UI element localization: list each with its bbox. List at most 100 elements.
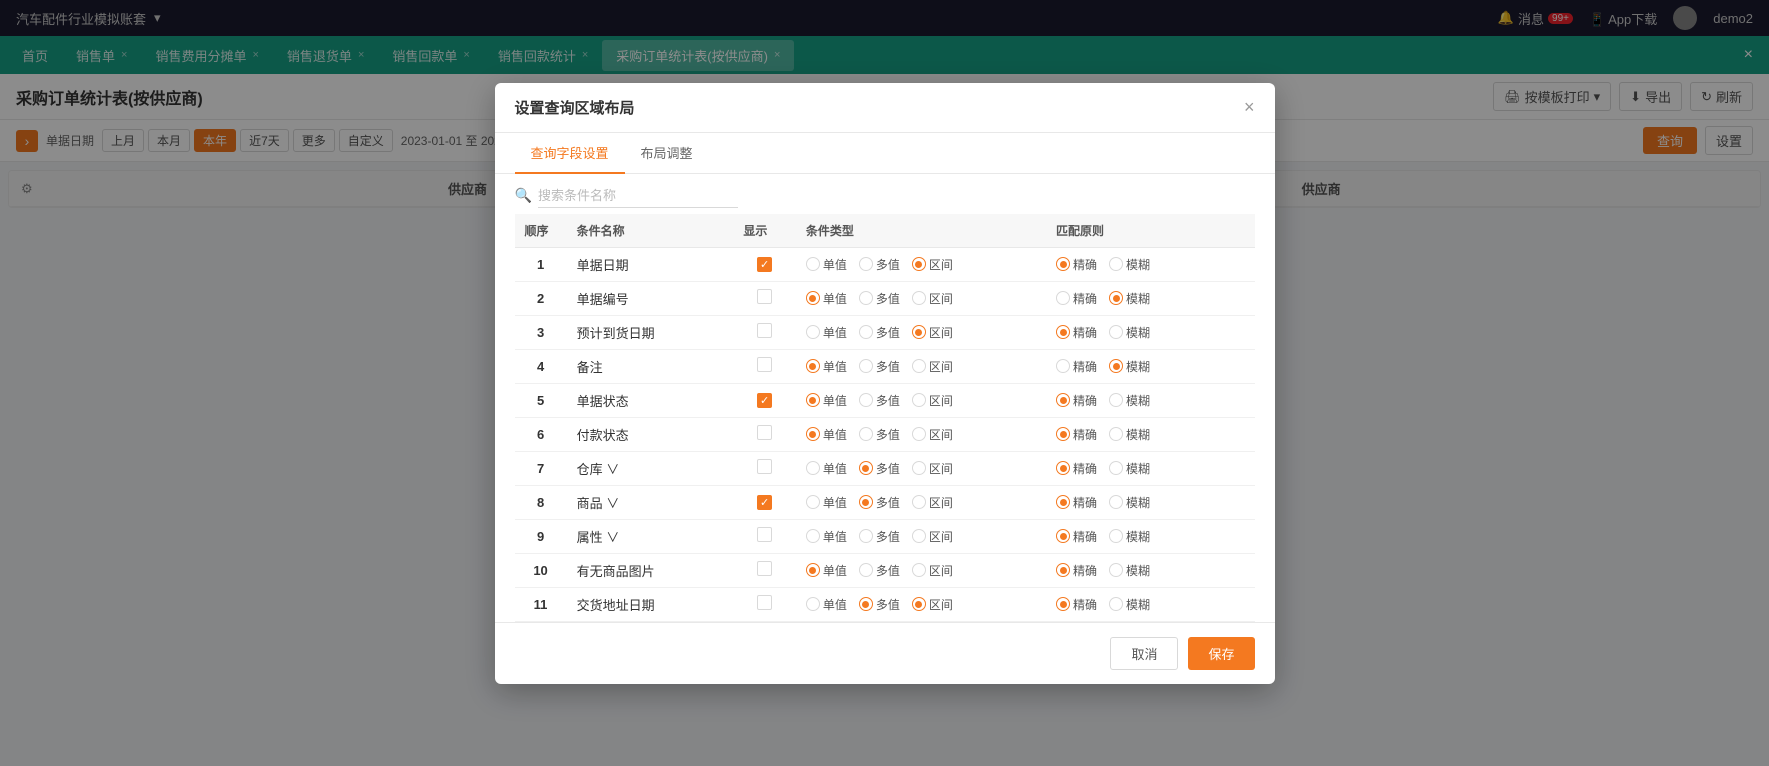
match-cell: 精确模糊	[1046, 383, 1254, 417]
match-circle-fuzzy	[1109, 257, 1123, 271]
match-radio-exact[interactable]: 精确	[1056, 290, 1097, 307]
modal-tabs: 查询字段设置 布局调整	[495, 133, 1275, 174]
type-radio-multi[interactable]: 多值	[859, 460, 900, 477]
col-order-header: 顺序	[515, 214, 567, 248]
match-radio-fuzzy[interactable]: 模糊	[1109, 460, 1150, 477]
display-checkbox[interactable]	[757, 425, 772, 440]
match-radio-fuzzy[interactable]: 模糊	[1109, 596, 1150, 613]
match-radio-group: 精确模糊	[1056, 392, 1244, 409]
type-radio-single[interactable]: 单值	[806, 494, 847, 511]
match-radio-fuzzy[interactable]: 模糊	[1109, 392, 1150, 409]
modal-tab-layout[interactable]: 布局调整	[625, 133, 709, 174]
type-radio-multi[interactable]: 多值	[859, 528, 900, 545]
display-checkbox[interactable]	[757, 495, 772, 510]
type-radio-range[interactable]: 区间	[912, 426, 953, 443]
match-radio-exact[interactable]: 精确	[1056, 392, 1097, 409]
match-radio-fuzzy[interactable]: 模糊	[1109, 358, 1150, 375]
type-radio-single[interactable]: 单值	[806, 528, 847, 545]
type-radio-multi[interactable]: 多值	[859, 256, 900, 273]
type-radio-multi[interactable]: 多值	[859, 290, 900, 307]
type-radio-range[interactable]: 区间	[912, 460, 953, 477]
type-radio-multi[interactable]: 多值	[859, 562, 900, 579]
display-checkbox[interactable]	[757, 323, 772, 338]
match-radio-group: 精确模糊	[1056, 290, 1244, 307]
type-radio-range[interactable]: 区间	[912, 256, 953, 273]
radio-circle-single	[806, 597, 820, 611]
radio-circle-range	[912, 257, 926, 271]
type-radio-multi[interactable]: 多值	[859, 494, 900, 511]
match-circle-fuzzy	[1109, 529, 1123, 543]
type-radio-range[interactable]: 区间	[912, 358, 953, 375]
match-radio-exact[interactable]: 精确	[1056, 324, 1097, 341]
radio-circle-multi	[859, 597, 873, 611]
type-radio-single[interactable]: 单值	[806, 290, 847, 307]
display-checkbox[interactable]	[757, 393, 772, 408]
type-radio-multi[interactable]: 多值	[859, 596, 900, 613]
radio-circle-multi	[859, 359, 873, 373]
type-radio-single[interactable]: 单值	[806, 426, 847, 443]
type-radio-range[interactable]: 区间	[912, 562, 953, 579]
match-circle-exact	[1056, 563, 1070, 577]
save-button[interactable]: 保存	[1188, 637, 1254, 670]
name-cell: 单据日期	[567, 247, 734, 281]
modal-close-button[interactable]: ×	[1244, 98, 1255, 116]
type-radio-group: 单值多值区间	[806, 358, 1036, 375]
type-radio-group: 单值多值区间	[806, 290, 1036, 307]
type-radio-multi[interactable]: 多值	[859, 324, 900, 341]
order-cell: 5	[515, 383, 567, 417]
match-radio-exact[interactable]: 精确	[1056, 528, 1097, 545]
type-radio-single[interactable]: 单值	[806, 460, 847, 477]
match-radio-exact[interactable]: 精确	[1056, 562, 1097, 579]
modal-tab-query-fields[interactable]: 查询字段设置	[515, 133, 625, 174]
match-radio-fuzzy[interactable]: 模糊	[1109, 494, 1150, 511]
display-checkbox[interactable]	[757, 459, 772, 474]
match-radio-fuzzy[interactable]: 模糊	[1109, 324, 1150, 341]
cancel-button[interactable]: 取消	[1110, 637, 1178, 670]
display-checkbox[interactable]	[757, 257, 772, 272]
radio-circle-range	[912, 291, 926, 305]
match-radio-group: 精确模糊	[1056, 256, 1244, 273]
type-radio-single[interactable]: 单值	[806, 596, 847, 613]
type-radio-range[interactable]: 区间	[912, 494, 953, 511]
match-radio-fuzzy[interactable]: 模糊	[1109, 562, 1150, 579]
type-radio-single[interactable]: 单值	[806, 256, 847, 273]
match-radio-exact[interactable]: 精确	[1056, 460, 1097, 477]
display-checkbox[interactable]	[757, 561, 772, 576]
display-checkbox[interactable]	[757, 289, 772, 304]
type-radio-multi[interactable]: 多值	[859, 358, 900, 375]
type-radio-range[interactable]: 区间	[912, 324, 953, 341]
type-radio-range[interactable]: 区间	[912, 290, 953, 307]
match-radio-exact[interactable]: 精确	[1056, 494, 1097, 511]
type-radio-single[interactable]: 单值	[806, 562, 847, 579]
display-checkbox[interactable]	[757, 595, 772, 610]
type-radio-single[interactable]: 单值	[806, 392, 847, 409]
match-radio-exact[interactable]: 精确	[1056, 256, 1097, 273]
match-radio-fuzzy[interactable]: 模糊	[1109, 256, 1150, 273]
type-radio-single[interactable]: 单值	[806, 358, 847, 375]
type-radio-multi[interactable]: 多值	[859, 426, 900, 443]
match-radio-fuzzy[interactable]: 模糊	[1109, 528, 1150, 545]
match-radio-exact[interactable]: 精确	[1056, 358, 1097, 375]
radio-circle-single	[806, 291, 820, 305]
match-radio-fuzzy[interactable]: 模糊	[1109, 426, 1150, 443]
match-cell: 精确模糊	[1046, 451, 1254, 485]
match-cell: 精确模糊	[1046, 349, 1254, 383]
match-radio-fuzzy[interactable]: 模糊	[1109, 290, 1150, 307]
radio-circle-range	[912, 461, 926, 475]
match-radio-exact[interactable]: 精确	[1056, 426, 1097, 443]
display-cell	[733, 553, 796, 587]
type-radio-range[interactable]: 区间	[912, 596, 953, 613]
display-checkbox[interactable]	[757, 357, 772, 372]
type-radio-multi[interactable]: 多值	[859, 392, 900, 409]
type-radio-range[interactable]: 区间	[912, 392, 953, 409]
match-radio-exact[interactable]: 精确	[1056, 596, 1097, 613]
display-cell	[733, 451, 796, 485]
modal-dialog: 设置查询区域布局 × 查询字段设置 布局调整 🔍 顺序	[495, 83, 1275, 684]
type-radio-single[interactable]: 单值	[806, 324, 847, 341]
type-radio-group: 单值多值区间	[806, 392, 1036, 409]
type-radio-range[interactable]: 区间	[912, 528, 953, 545]
modal-table-wrapper: 顺序 条件名称 显示 条件类型 匹配原则	[495, 214, 1275, 622]
display-checkbox[interactable]	[757, 527, 772, 542]
col-type-header: 条件类型	[796, 214, 1046, 248]
modal-search-input[interactable]	[538, 184, 738, 208]
